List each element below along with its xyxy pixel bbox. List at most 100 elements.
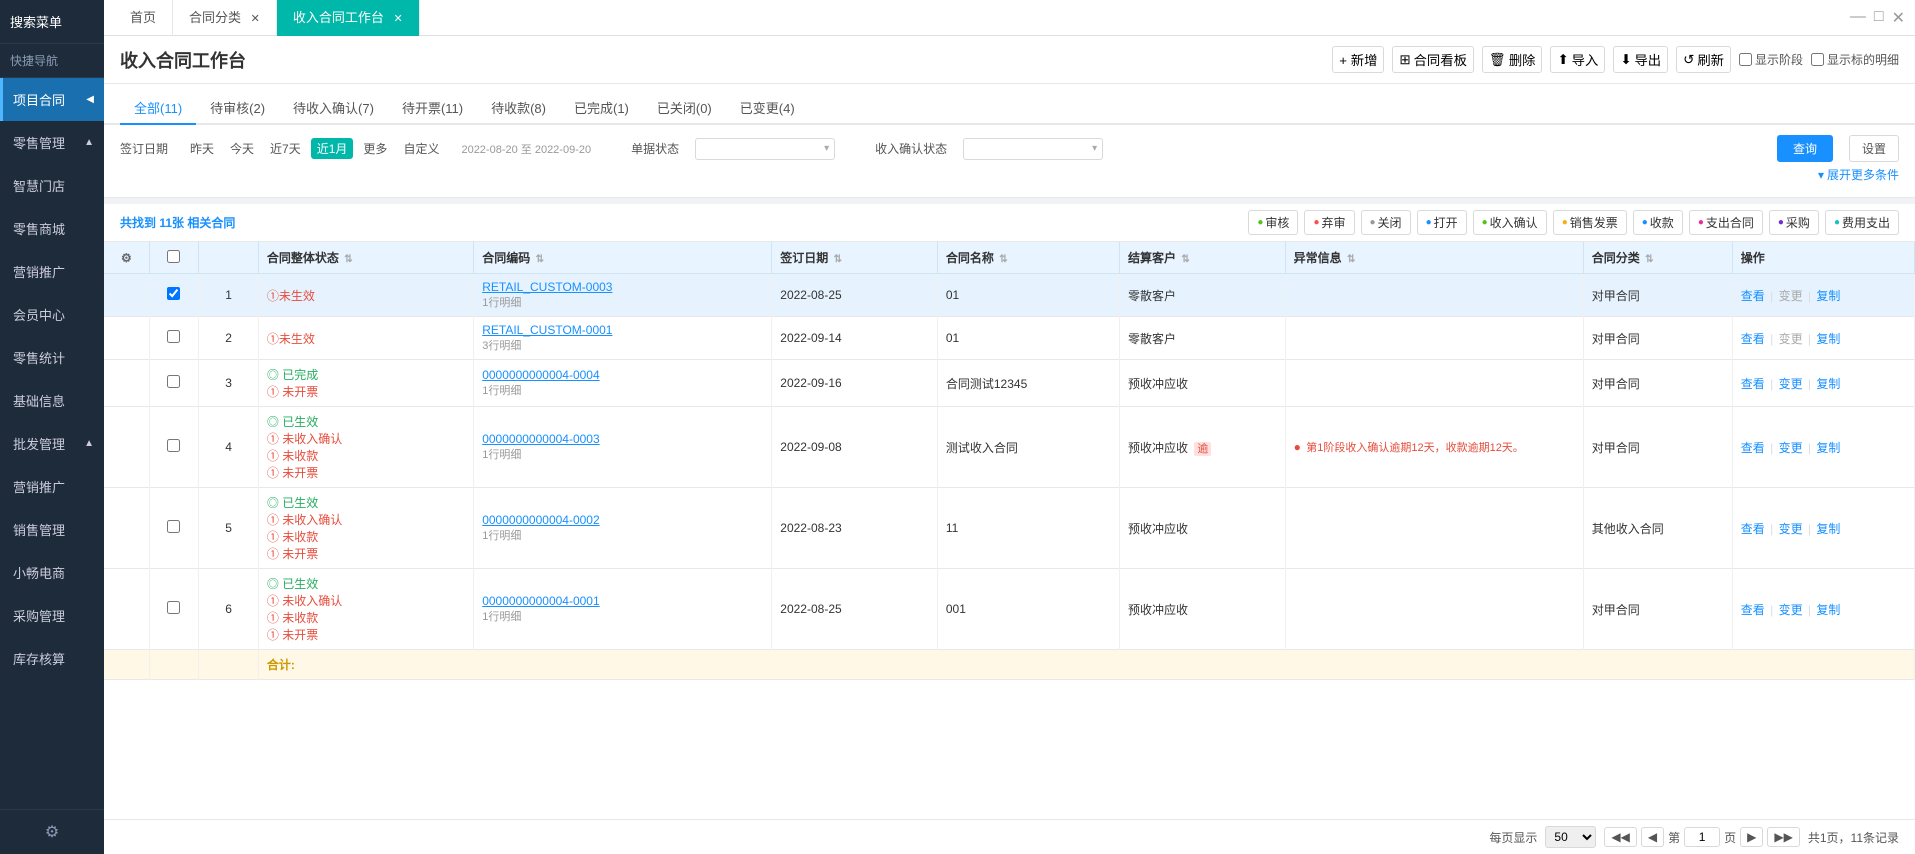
edit-button[interactable]: 变更 — [1779, 377, 1803, 391]
sidebar-item-retail-mgmt[interactable]: 零售管理 ▲ — [0, 121, 104, 164]
new-button[interactable]: + 新增 — [1332, 46, 1384, 73]
show-details-checkbox[interactable]: 显示标的明细 — [1811, 51, 1899, 68]
copy-button[interactable]: 复制 — [1816, 289, 1840, 303]
query-button[interactable]: 查询 — [1777, 135, 1833, 162]
last-page-button[interactable]: ▶▶ — [1767, 827, 1799, 847]
status-tab-pending-invoice[interactable]: 待开票(11) — [388, 92, 477, 125]
row-checkbox[interactable] — [149, 407, 199, 488]
col-gear[interactable]: ⚙ — [104, 242, 149, 274]
tab-contract-category[interactable]: 合同分类 ✕ — [173, 0, 277, 36]
sidebar-item-retail-ecom[interactable]: 零售商城 — [0, 207, 104, 250]
status-tab-closed[interactable]: 已关闭(0) — [643, 92, 726, 125]
sidebar-item-basic-info[interactable]: 基础信息 — [0, 379, 104, 422]
edit-button[interactable]: 变更 — [1779, 522, 1803, 536]
status-tab-changed[interactable]: 已变更(4) — [726, 92, 809, 125]
contract-code-link[interactable]: RETAIL_CUSTOM-0001 — [482, 323, 612, 337]
sidebar-item-marketing[interactable]: 营销推广 — [0, 250, 104, 293]
prev-page-button[interactable]: ◀ — [1641, 827, 1664, 847]
view-button[interactable]: 查看 — [1741, 441, 1765, 455]
next-page-button[interactable]: ▶ — [1740, 827, 1763, 847]
sidebar-item-purchase[interactable]: 采购管理 — [0, 594, 104, 637]
contract-code-link[interactable]: 0000000000004-0002 — [482, 513, 599, 527]
sidebar-item-member[interactable]: 会员中心 — [0, 293, 104, 336]
copy-button[interactable]: 复制 — [1816, 603, 1840, 617]
edit-button[interactable]: 变更 — [1779, 441, 1803, 455]
sidebar-item-retail-stat[interactable]: 零售统计 — [0, 336, 104, 379]
status-tab-pending-collection[interactable]: 待收款(8) — [477, 92, 560, 125]
contract-code-link[interactable]: 0000000000004-0003 — [482, 432, 599, 446]
view-button[interactable]: 查看 — [1741, 332, 1765, 346]
contract-code-link[interactable]: 0000000000004-0004 — [482, 368, 599, 382]
sidebar-item-inventory[interactable]: 库存核算 — [0, 637, 104, 680]
action-expense-spend[interactable]: ● 费用支出 — [1825, 210, 1899, 235]
edit-button[interactable]: 变更 — [1779, 603, 1803, 617]
copy-button[interactable]: 复制 — [1816, 332, 1840, 346]
edit-button[interactable]: 变更 — [1779, 289, 1803, 303]
edit-button[interactable]: 变更 — [1779, 332, 1803, 346]
row-checkbox[interactable] — [149, 317, 199, 360]
sidebar-item-marketing2[interactable]: 营销推广 — [0, 465, 104, 508]
delete-button[interactable]: 🗑 删除 — [1482, 46, 1543, 73]
sort-icon[interactable]: ⇅ — [999, 254, 1007, 265]
row-checkbox[interactable] — [149, 488, 199, 569]
show-stages-checkbox[interactable]: 显示阶段 — [1739, 51, 1803, 68]
action-sales-invoice[interactable]: ● 销售发票 — [1553, 210, 1627, 235]
sidebar-search[interactable]: 搜索菜单 — [0, 0, 104, 44]
date-today[interactable]: 今天 — [224, 138, 260, 159]
date-7days[interactable]: 近7天 — [264, 138, 307, 159]
table-scroll[interactable]: ⚙ 合同整体状态 ⇅ 合同编码 ⇅ 签订日期 ⇅ — [104, 242, 1915, 819]
view-button[interactable]: 查看 — [1741, 522, 1765, 536]
status-tab-pending-income-confirm[interactable]: 待收入确认(7) — [279, 92, 388, 125]
sort-icon[interactable]: ⇅ — [1645, 254, 1653, 265]
date-more[interactable]: 更多 — [357, 138, 393, 159]
date-1month[interactable]: 近1月 — [311, 138, 354, 159]
page-number-input[interactable] — [1684, 827, 1720, 847]
sidebar-item-project[interactable]: 项目合同 ◀ — [0, 78, 104, 121]
set-button[interactable]: 设置 — [1849, 135, 1899, 162]
first-page-button[interactable]: ◀◀ — [1604, 827, 1636, 847]
maximize-icon[interactable]: □ — [1874, 8, 1884, 28]
sort-icon[interactable]: ⇅ — [834, 254, 842, 265]
doc-status-select[interactable] — [695, 138, 835, 160]
copy-button[interactable]: 复制 — [1816, 522, 1840, 536]
action-purchase[interactable]: ● 采购 — [1769, 210, 1819, 235]
sort-icon[interactable]: ⇅ — [536, 254, 544, 265]
action-close[interactable]: ● 关闭 — [1361, 210, 1411, 235]
action-income-confirm[interactable]: ● 收入确认 — [1473, 210, 1547, 235]
view-button[interactable]: 查看 — [1741, 377, 1765, 391]
close-window-icon[interactable]: ✕ — [1892, 8, 1905, 28]
sidebar-item-sales-mgmt[interactable]: 销售管理 — [0, 508, 104, 551]
tab-close-income-workbench[interactable]: ✕ — [394, 13, 403, 25]
income-confirm-select[interactable] — [963, 138, 1103, 160]
view-button[interactable]: 查看 — [1741, 603, 1765, 617]
contract-code-link[interactable]: 0000000000004-0001 — [482, 594, 599, 608]
contract-code-link[interactable]: RETAIL_CUSTOM-0003 — [482, 280, 612, 294]
tab-income-workbench[interactable]: 收入合同工作台 ✕ — [277, 0, 420, 36]
sidebar-item-xiaochangec[interactable]: 小畅电商 — [0, 551, 104, 594]
copy-button[interactable]: 复制 — [1816, 377, 1840, 391]
copy-button[interactable]: 复制 — [1816, 441, 1840, 455]
minimize-icon[interactable]: — — [1850, 8, 1866, 28]
import-button[interactable]: ⬆ 导入 — [1550, 46, 1605, 73]
row-checkbox[interactable] — [149, 360, 199, 407]
action-open[interactable]: ● 打开 — [1417, 210, 1467, 235]
status-tab-all[interactable]: 全部(11) — [120, 92, 196, 125]
view-button[interactable]: 查看 — [1741, 289, 1765, 303]
action-collection[interactable]: ● 收款 — [1633, 210, 1683, 235]
page-size-select[interactable]: 50 20 100 — [1545, 826, 1596, 848]
action-expense-out[interactable]: ● 支出合同 — [1689, 210, 1763, 235]
tab-close-contract-category[interactable]: ✕ — [251, 13, 260, 25]
refresh-button[interactable]: ↺ 刷新 — [1676, 46, 1731, 73]
sidebar-item-smart-store[interactable]: 智慧门店 — [0, 164, 104, 207]
status-tab-completed[interactable]: 已完成(1) — [560, 92, 643, 125]
date-yesterday[interactable]: 昨天 — [184, 138, 220, 159]
row-checkbox[interactable] — [149, 274, 199, 317]
expand-filter-button[interactable]: ▾ 展开更多条件 — [1818, 166, 1899, 183]
date-custom[interactable]: 自定义 — [397, 138, 445, 159]
status-tab-pending-review[interactable]: 待审核(2) — [196, 92, 279, 125]
tab-home[interactable]: 首页 — [114, 0, 173, 36]
row-checkbox[interactable] — [149, 569, 199, 650]
action-abandon[interactable]: ● 弃审 — [1304, 210, 1354, 235]
sort-icon[interactable]: ⇅ — [1347, 254, 1355, 265]
sidebar-nav[interactable]: 快捷导航 — [0, 44, 104, 78]
